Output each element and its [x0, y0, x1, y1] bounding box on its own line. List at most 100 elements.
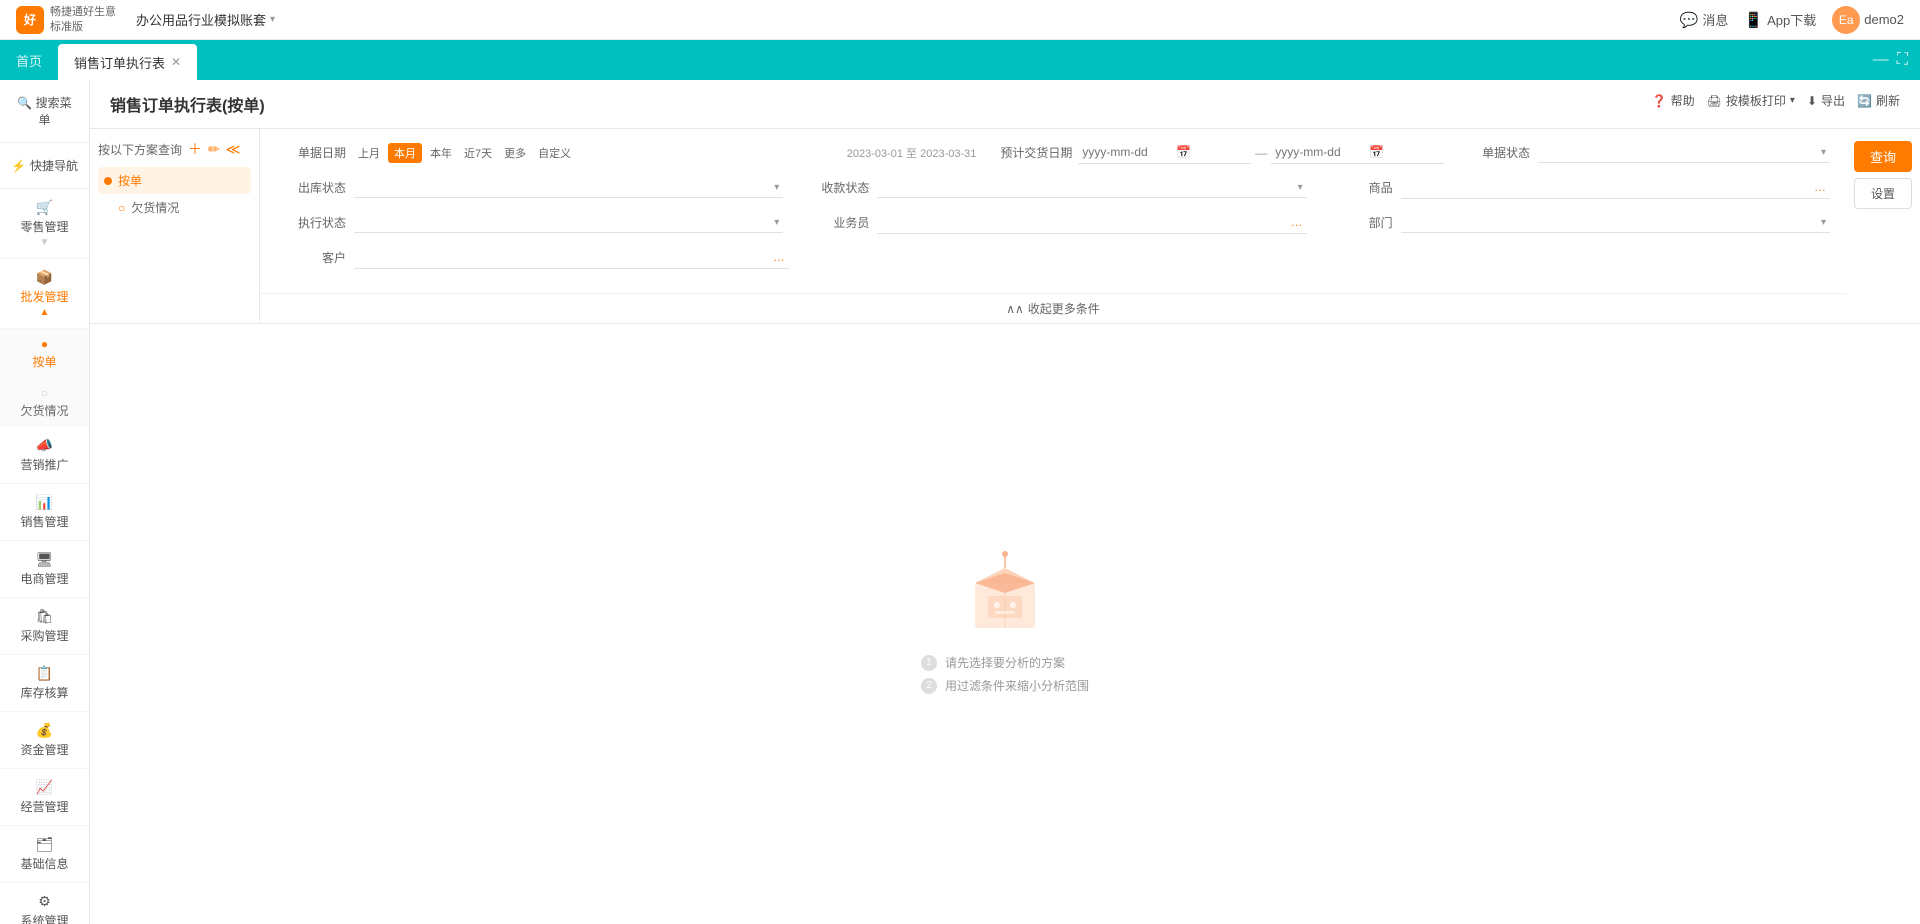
step-num-1: 1: [921, 655, 937, 671]
tab-bar: 首页 销售订单执行表 ✕ — ⛶: [0, 40, 1920, 80]
empty-step-1: 1 请先选择要分析的方案: [921, 654, 1089, 671]
search-icon: 🔍: [17, 96, 32, 110]
delivery-end-input[interactable]: [1275, 145, 1365, 159]
sidebar-submenu-debt[interactable]: ○ 欠货情况: [0, 378, 89, 427]
tab-minimize-icon[interactable]: —: [1873, 51, 1889, 69]
sidebar-menu: 🛒 零售管理 ▼ 📦 批发管理 ▲ ● 按单 ○ 欠货情况 📣: [0, 189, 89, 924]
app-subtitle-dropdown-icon[interactable]: ▾: [270, 14, 275, 25]
query-actions: 查询 设置: [1846, 129, 1920, 323]
print-dropdown-icon[interactable]: ▾: [1790, 95, 1795, 106]
scheme-actions: ＋ ✏ ≪: [188, 139, 240, 159]
logo-box: 好 畅捷通好生意 标准版: [16, 5, 116, 34]
scheme-item-order[interactable]: 按单: [98, 167, 251, 194]
page-title: 销售订单执行表(按单): [110, 92, 265, 128]
refresh-action[interactable]: 🔄 刷新: [1857, 92, 1900, 109]
inventory-icon: 📋: [36, 665, 53, 682]
page-header-actions: ❓ 帮助 🖨 按模板打印 ▾ ⬇ 导出 🔄 刷新: [1652, 92, 1900, 121]
sidebar-item-purchase[interactable]: 🛍 采购管理: [0, 598, 89, 655]
delivery-end-box[interactable]: 📅: [1271, 141, 1444, 164]
step-num-2: 2: [921, 678, 937, 694]
delivery-start-box[interactable]: 📅: [1078, 141, 1251, 164]
app-subtitle[interactable]: 办公用品行业模拟账套 ▾: [136, 10, 275, 29]
search-button[interactable]: 查询: [1854, 141, 1912, 172]
filter-salesman-field: 业务员 …: [799, 211, 1306, 234]
tab-close-icon[interactable]: ✕: [171, 55, 181, 69]
table-area: 1 请先选择要分析的方案 2 用过滤条件来缩小分析范围: [90, 324, 1920, 924]
retail-expand-icon: ▼: [40, 237, 50, 248]
goods-more-icon[interactable]: …: [1814, 180, 1826, 194]
app-download-action[interactable]: 📱 App下载: [1744, 10, 1816, 29]
tab-maximize-icon[interactable]: ⛶: [1897, 51, 1908, 69]
exec-select[interactable]: ▾: [354, 213, 783, 233]
tab-sales-exec[interactable]: 销售订单执行表 ✕: [58, 44, 197, 80]
collection-dropdown-icon: ▾: [1298, 182, 1303, 193]
customer-select[interactable]: …: [354, 246, 789, 269]
sidebar-item-finance[interactable]: 💰 资金管理: [0, 712, 89, 769]
date-tab-prev-month[interactable]: 上月: [354, 143, 384, 163]
add-scheme-button[interactable]: ＋: [188, 139, 202, 159]
export-action[interactable]: ⬇ 导出: [1807, 92, 1845, 109]
search-menu-button[interactable]: 🔍 搜索菜单: [8, 88, 81, 134]
salesman-more-icon[interactable]: …: [1291, 215, 1303, 229]
sidebar-submenu-order[interactable]: ● 按单: [0, 329, 89, 378]
sidebar-item-retail[interactable]: 🛒 零售管理 ▼: [0, 189, 89, 259]
help-icon: ❓: [1652, 94, 1667, 108]
tab-home[interactable]: 首页: [0, 40, 58, 80]
delivery-date-range: 📅 — 📅: [1078, 141, 1444, 164]
purchase-icon: 🛍: [36, 608, 54, 625]
collapse-scheme-button[interactable]: ≪: [226, 141, 241, 158]
wholesale-icon: 📦: [36, 269, 53, 286]
filter-exec-field: 执行状态 ▾: [276, 213, 783, 233]
date-tab-last7days[interactable]: 近7天: [460, 143, 496, 163]
dept-select[interactable]: ▾: [1401, 213, 1830, 233]
settings-button[interactable]: 设置: [1854, 178, 1912, 209]
delivery-start-input[interactable]: [1082, 145, 1172, 159]
quick-nav-icon: ⚡: [11, 159, 26, 173]
scheme-subitem-debt[interactable]: ○ 欠货情况: [98, 194, 251, 221]
header-left: 好 畅捷通好生意 标准版 办公用品行业模拟账套 ▾: [16, 5, 275, 34]
sidebar-item-system[interactable]: ⚙ 系统管理: [0, 883, 89, 924]
ecommerce-icon: 🖥: [36, 551, 54, 568]
print-icon: 🖨: [1707, 94, 1722, 108]
basic-icon: 🗂: [36, 836, 54, 853]
sidebar-item-marketing[interactable]: 📣 营销推广: [0, 427, 89, 484]
collection-select[interactable]: ▾: [877, 178, 1306, 198]
sidebar-item-basic[interactable]: 🗂 基础信息: [0, 826, 89, 883]
sidebar-nav: ⚡ 快捷导航: [0, 143, 89, 189]
date-tab-this-year[interactable]: 本年: [426, 143, 456, 163]
date-tab-more[interactable]: 更多: [500, 143, 530, 163]
collapse-icon: ∧∧: [1006, 302, 1024, 316]
wholesale-expand-icon: ▲: [40, 307, 50, 318]
help-action[interactable]: ❓ 帮助: [1652, 92, 1695, 109]
salesman-select[interactable]: …: [877, 211, 1306, 234]
user-profile[interactable]: Ea demo2: [1832, 6, 1904, 34]
goods-select[interactable]: …: [1401, 176, 1830, 199]
sidebar-item-sales[interactable]: 📊 销售管理: [0, 484, 89, 541]
page-header: 销售订单执行表(按单) ❓ 帮助 🖨 按模板打印 ▾ ⬇ 导出 🔄 刷新: [90, 80, 1920, 129]
date-tab-custom[interactable]: 自定义: [534, 143, 575, 163]
status-select[interactable]: ▾: [1538, 143, 1830, 163]
sidebar-submenu: ● 按单 ○ 欠货情况: [0, 329, 89, 427]
sidebar-item-operations[interactable]: 📈 经营管理: [0, 769, 89, 826]
customer-more-icon[interactable]: …: [773, 250, 785, 264]
sales-icon: 📊: [36, 494, 53, 511]
template-print-action[interactable]: 🖨 按模板打印 ▾: [1707, 92, 1795, 109]
status-dropdown-icon: ▾: [1821, 147, 1826, 158]
sidebar-item-inventory[interactable]: 📋 库存核算: [0, 655, 89, 712]
outbound-dropdown-icon: ▾: [774, 182, 779, 193]
retail-icon: 🛒: [36, 199, 53, 216]
collapse-button[interactable]: ∧∧ 收起更多条件: [1006, 300, 1100, 317]
edit-scheme-button[interactable]: ✏: [208, 141, 220, 158]
message-action[interactable]: 💬 消息: [1680, 10, 1729, 29]
sidebar-item-wholesale[interactable]: 📦 批发管理 ▲: [0, 259, 89, 329]
sidebar-quick-nav[interactable]: ⚡ 快捷导航: [0, 149, 89, 182]
date-tab-this-month[interactable]: 本月: [388, 143, 422, 163]
outbound-select[interactable]: ▾: [354, 178, 783, 198]
filter-collection-field: 收款状态 ▾: [799, 178, 1306, 198]
sidebar-item-ecommerce[interactable]: 🖥 电商管理: [0, 541, 89, 598]
date-separator: —: [1255, 146, 1267, 160]
operations-icon: 📈: [36, 779, 53, 796]
main-layout: 🔍 搜索菜单 ⚡ 快捷导航 🛒 零售管理 ▼ 📦 批发管理 ▲: [0, 80, 1920, 924]
exec-dropdown-icon: ▾: [774, 217, 779, 228]
delivery-label: 预计交货日期: [1000, 144, 1070, 161]
